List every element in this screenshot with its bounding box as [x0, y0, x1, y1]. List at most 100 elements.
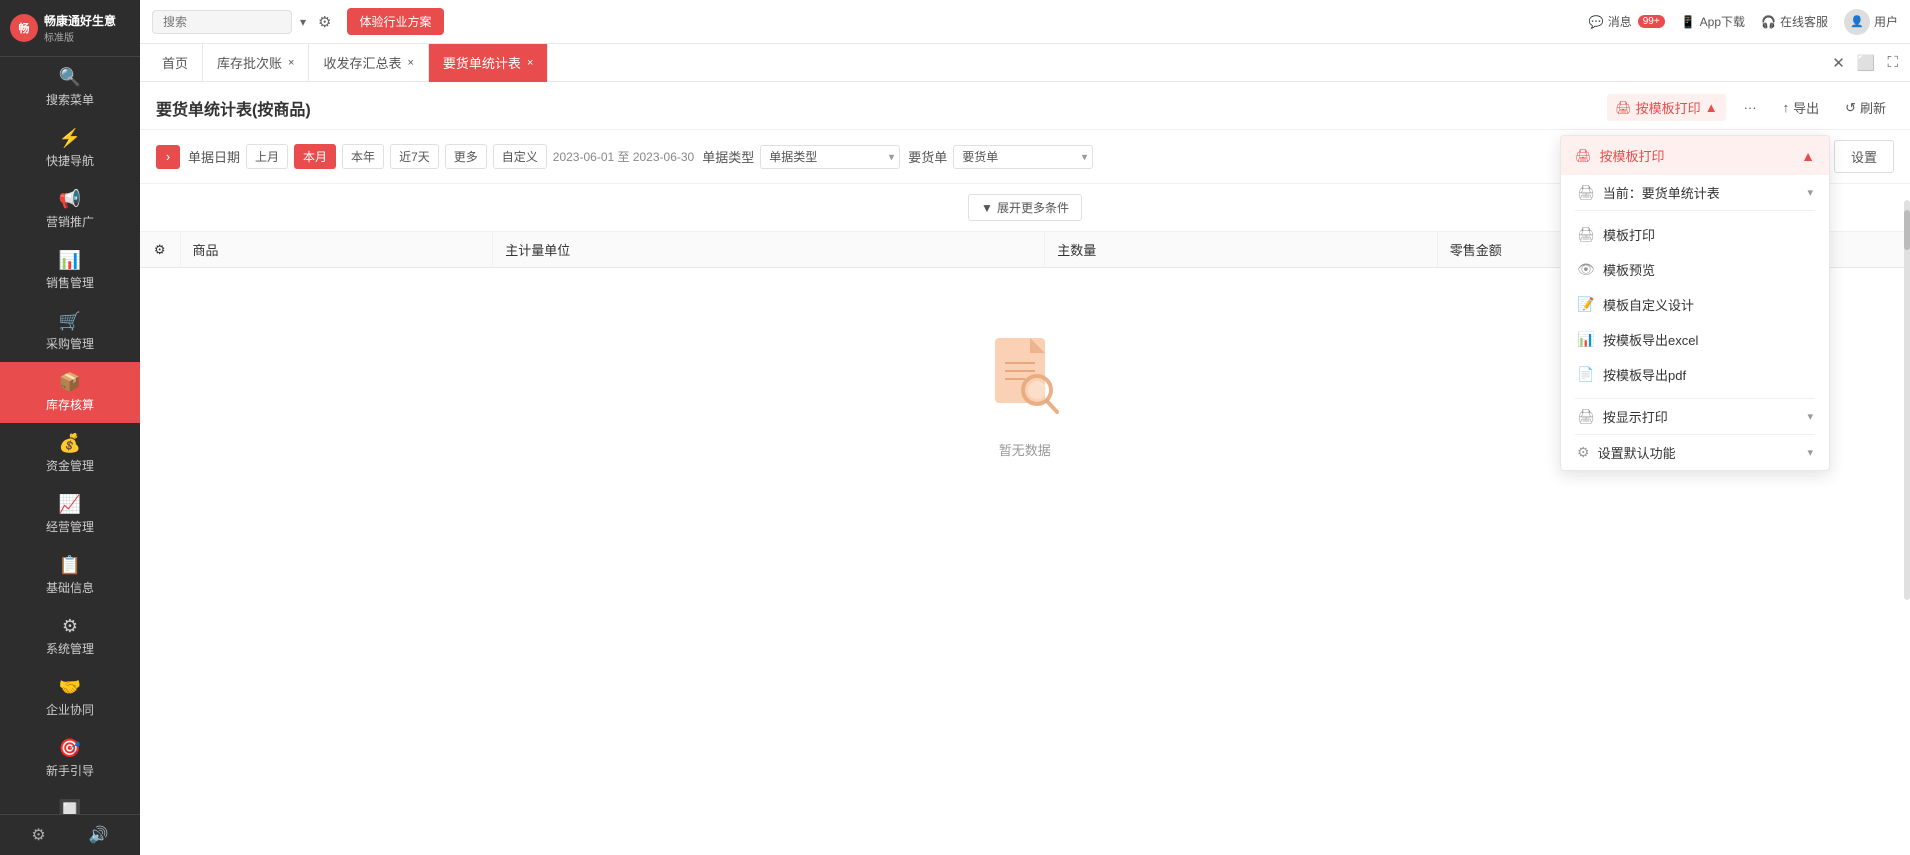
current-month-btn[interactable]: 本月 — [294, 144, 336, 169]
tab-collection-close[interactable]: × — [407, 57, 413, 69]
order-type-filter-group: 单据类型 单据类型 全部 要货单 — [702, 145, 900, 169]
sidebar-item-label: 采购管理 — [46, 335, 94, 352]
more-date-btn[interactable]: 更多 — [445, 144, 487, 169]
inventory-nav-icon: 📦 — [59, 372, 81, 393]
tab-batch-close[interactable]: × — [288, 57, 294, 69]
sidebar-item-basic[interactable]: 📋 基础信息 — [0, 545, 140, 606]
print-dropdown: 🖨 按模板打印 ▲ 🖨 当前：要货单统计表 ▾ 🖨 模板打印 👁 模板预览 📝 … — [1560, 135, 1830, 471]
template-preview-icon: 👁 — [1577, 261, 1595, 278]
filter-expand-icon[interactable]: › — [156, 145, 180, 169]
sidebar-item-label: 经营管理 — [46, 518, 94, 535]
custom-date-btn[interactable]: 自定义 — [493, 144, 547, 169]
refresh-btn[interactable]: ↺ 刷新 — [1837, 94, 1894, 121]
sidebar-item-marketing[interactable]: 📢 营销推广 — [0, 179, 140, 240]
tab-close-btn[interactable]: ✕ — [1828, 50, 1849, 76]
display-print-icon: 🖨 — [1577, 408, 1595, 425]
template-custom-icon: 📝 — [1577, 296, 1595, 313]
operation-nav-icon: 📈 — [59, 494, 81, 515]
default-func-left: ⚙ 设置默认功能 — [1577, 443, 1676, 462]
sidebar-item-collab[interactable]: 🤝 企业协同 — [0, 667, 140, 728]
page-actions: 🖨 按模板打印 ▲ ··· ↑ 导出 ↺ 刷新 — [1607, 94, 1894, 121]
default-func-label: 设置默认功能 — [1598, 443, 1676, 462]
7days-btn[interactable]: 近7天 — [390, 144, 439, 169]
goods-select[interactable]: 要货单 — [953, 145, 1093, 169]
template-preview-item[interactable]: 👁 模板预览 — [1561, 252, 1829, 287]
sidebar-item-label: 基础信息 — [46, 579, 94, 596]
dropdown-title: 按模板打印 — [1600, 146, 1665, 165]
empty-text: 暂无数据 — [999, 440, 1051, 459]
year-btn[interactable]: 本年 — [342, 144, 384, 169]
tab-order-stats-close[interactable]: × — [527, 57, 533, 69]
tab-actions: ✕ ⬜ ⛶ — [1828, 50, 1910, 76]
sidebar-item-purchase[interactable]: 🛒 采购管理 — [0, 301, 140, 362]
sidebar-item-appstore[interactable]: 🔲 应用中心 — [0, 789, 140, 814]
sidebar-item-label: 系统管理 — [46, 640, 94, 657]
dropdown-section-1: 🖨 模板打印 👁 模板预览 📝 模板自定义设计 📊 按模板导出excel 📄 按… — [1561, 211, 1829, 398]
app-download-btn[interactable]: 📱 App下载 — [1681, 13, 1745, 30]
message-icon: 💬 — [1589, 15, 1604, 29]
sidebar-item-label: 搜索菜单 — [46, 91, 94, 108]
export-excel-item[interactable]: 📊 按模板导出excel — [1561, 322, 1829, 357]
settings-btn[interactable]: 设置 — [1834, 140, 1894, 173]
tab-order-stats[interactable]: 要货单统计表 × — [429, 44, 548, 82]
sidebar-item-shortcut[interactable]: ⚡ 快捷导航 — [0, 118, 140, 179]
template-custom-item[interactable]: 📝 模板自定义设计 — [1561, 287, 1829, 322]
display-print-label: 按显示打印 — [1603, 407, 1668, 426]
template-print-item[interactable]: 🖨 模板打印 — [1561, 217, 1829, 252]
settings-footer-btn[interactable]: ⚙ — [31, 825, 45, 845]
sidebar-item-label: 快捷导航 — [46, 152, 94, 169]
sidebar-item-search[interactable]: 🔍 搜索菜单 — [0, 57, 140, 118]
template-custom-label: 模板自定义设计 — [1603, 295, 1694, 314]
tab-order-stats-label: 要货单统计表 — [443, 53, 521, 72]
tab-maximize-btn[interactable]: ⛶ — [1883, 50, 1902, 75]
export-pdf-item[interactable]: 📄 按模板导出pdf — [1561, 357, 1829, 392]
default-func-item[interactable]: ⚙ 设置默认功能 ▾ — [1561, 435, 1829, 470]
sidebar-item-label: 企业协同 — [46, 701, 94, 718]
message-btn[interactable]: 💬 消息 99+ — [1589, 13, 1665, 30]
topbar: ▾ ⚙ 体验行业方案 💬 消息 99+ 📱 App下载 🎧 在线客服 👤 用户 — [140, 0, 1910, 44]
dropdown-collapse-icon[interactable]: ▲ — [1801, 148, 1815, 164]
sidebar-item-sales[interactable]: 📊 销售管理 — [0, 240, 140, 301]
printer-icon: 🖨 — [1615, 100, 1632, 116]
sound-footer-btn[interactable]: 🔊 — [89, 825, 109, 845]
current-template-item[interactable]: 🖨 当前：要货单统计表 ▾ — [1561, 175, 1829, 210]
th-quantity: 主数量 — [1045, 232, 1438, 268]
prev-month-btn[interactable]: 上月 — [246, 144, 288, 169]
tab-collection[interactable]: 收发存汇总表 × — [309, 44, 428, 82]
sidebar-footer: ⚙ 🔊 — [0, 814, 140, 855]
display-print-item[interactable]: 🖨 按显示打印 ▾ — [1561, 399, 1829, 434]
online-service-btn[interactable]: 🎧 在线客服 — [1761, 13, 1828, 30]
topbar-search-input[interactable] — [152, 10, 292, 34]
dropdown-header[interactable]: 🖨 按模板打印 ▲ — [1561, 136, 1829, 175]
tab-restore-btn[interactable]: ⬜ — [1853, 50, 1880, 76]
more-actions-btn[interactable]: ··· — [1736, 96, 1765, 119]
th-settings[interactable]: ⚙ — [140, 232, 180, 268]
topbar-right: 💬 消息 99+ 📱 App下载 🎧 在线客服 👤 用户 — [1589, 9, 1898, 35]
topbar-dropdown-btn[interactable]: ▾ — [300, 15, 306, 29]
order-type-select[interactable]: 单据类型 全部 要货单 — [760, 145, 900, 169]
sidebar-item-label: 资金管理 — [46, 457, 94, 474]
right-scrollbar[interactable] — [1904, 200, 1910, 600]
app-download-icon: 📱 — [1681, 15, 1696, 29]
export-btn[interactable]: ↑ 导出 — [1775, 94, 1828, 121]
print-template-btn[interactable]: 🖨 按模板打印 ▲ — [1607, 94, 1725, 121]
printer-dropdown-icon: 🖨 — [1575, 148, 1592, 164]
trial-btn[interactable]: 体验行业方案 — [347, 8, 443, 35]
sidebar-item-guide[interactable]: 🎯 新手引导 — [0, 728, 140, 789]
collab-nav-icon: 🤝 — [59, 677, 81, 698]
expand-more-btn[interactable]: ▼ 展开更多条件 — [968, 194, 1082, 221]
user-avatar[interactable]: 👤 用户 — [1844, 9, 1898, 35]
sidebar-item-operation[interactable]: 📈 经营管理 — [0, 484, 140, 545]
page-header: 要货单统计表(按商品) 🖨 按模板打印 ▲ ··· ↑ 导出 ↺ 刷新 — [140, 82, 1910, 130]
template-preview-label: 模板预览 — [1603, 260, 1655, 279]
sidebar-item-system[interactable]: ⚙ 系统管理 — [0, 606, 140, 667]
topbar-gear-icon[interactable]: ⚙ — [318, 13, 331, 31]
headset-icon: 🎧 — [1761, 15, 1776, 29]
tab-home[interactable]: 首页 — [152, 44, 203, 82]
tab-batch[interactable]: 库存批次账 × — [203, 44, 309, 82]
sidebar-item-label: 销售管理 — [46, 274, 94, 291]
tabbar: 首页 库存批次账 × 收发存汇总表 × 要货单统计表 × ✕ ⬜ ⛶ — [140, 44, 1910, 82]
app-logo: 畅 畅康通好生意 标准版 — [0, 0, 140, 57]
sidebar-item-finance[interactable]: 💰 资金管理 — [0, 423, 140, 484]
sidebar-item-inventory[interactable]: 📦 库存核算 — [0, 362, 140, 423]
